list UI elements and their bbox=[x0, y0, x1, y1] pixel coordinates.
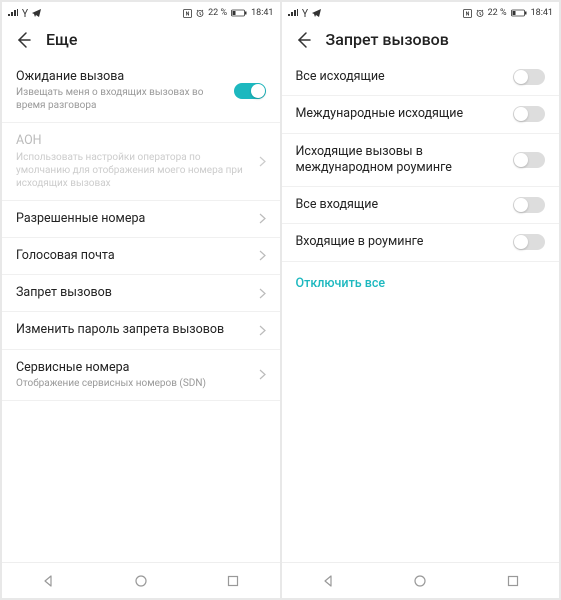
yandex-icon bbox=[301, 9, 309, 17]
barring-list: Все исходящие Международные исходящие Ис… bbox=[282, 59, 560, 562]
nav-home-icon[interactable] bbox=[413, 574, 427, 588]
row-desc: Использовать настройки оператора по умол… bbox=[16, 151, 251, 190]
row-call-waiting[interactable]: Ожидание вызова Извещать меня о входящих… bbox=[2, 59, 280, 123]
time: 18:41 bbox=[531, 8, 553, 18]
row-label: Все входящие bbox=[296, 197, 506, 213]
chevron-right-icon bbox=[259, 213, 266, 224]
alarm-icon bbox=[476, 9, 484, 17]
page-title: Еще bbox=[46, 30, 78, 49]
row-all-outgoing[interactable]: Все исходящие bbox=[282, 59, 560, 96]
battery-icon bbox=[511, 9, 527, 17]
toggle-switch[interactable] bbox=[513, 69, 545, 85]
chevron-right-icon bbox=[259, 288, 266, 299]
nav-home-icon[interactable] bbox=[134, 574, 148, 588]
row-change-password[interactable]: Изменить пароль запрета вызовов bbox=[2, 312, 280, 349]
row-label: Входящие в роуминге bbox=[296, 234, 506, 250]
nav-back-icon[interactable] bbox=[41, 574, 55, 588]
row-incoming-roaming[interactable]: Входящие в роуминге bbox=[282, 224, 560, 261]
status-right: N 22 % 18:41 bbox=[463, 8, 553, 18]
row-label: Исходящие вызовы в международном роуминг… bbox=[296, 144, 506, 177]
row-label: Изменить пароль запрета вызовов bbox=[16, 322, 251, 338]
row-all-incoming[interactable]: Все входящие bbox=[282, 187, 560, 224]
nav-back-icon[interactable] bbox=[321, 574, 335, 588]
row-caller-id[interactable]: АОН Использовать настройки оператора по … bbox=[2, 123, 280, 200]
header: Запрет вызовов bbox=[282, 22, 560, 59]
phone-left: N 22 % 18:41 Еще Ожидание вызова Извещат… bbox=[2, 2, 280, 598]
nav-bar bbox=[282, 562, 560, 598]
battery-icon bbox=[231, 9, 247, 17]
row-label: Запрет вызовов bbox=[16, 285, 251, 301]
row-label: Разрешенные номера bbox=[16, 211, 251, 227]
row-voicemail[interactable]: Голосовая почта bbox=[2, 238, 280, 275]
status-left bbox=[8, 9, 41, 17]
row-allowed-numbers[interactable]: Разрешенные номера bbox=[2, 201, 280, 238]
toggle-switch[interactable] bbox=[513, 234, 545, 250]
back-icon[interactable] bbox=[14, 31, 32, 49]
svg-text:N: N bbox=[186, 11, 190, 17]
row-outgoing-roaming[interactable]: Исходящие вызовы в международном роуминг… bbox=[282, 134, 560, 188]
toggle-switch[interactable] bbox=[513, 197, 545, 213]
yandex-icon bbox=[21, 9, 29, 17]
telegram-icon bbox=[312, 9, 321, 17]
status-left bbox=[288, 9, 321, 17]
toggle-switch[interactable] bbox=[513, 106, 545, 122]
nav-bar bbox=[2, 562, 280, 598]
svg-text:N: N bbox=[465, 11, 469, 17]
alarm-icon bbox=[196, 9, 204, 17]
status-bar: N 22 % 18:41 bbox=[2, 2, 280, 22]
row-label: АОН bbox=[16, 133, 251, 149]
page-title: Запрет вызовов bbox=[326, 30, 449, 49]
row-disable-all[interactable]: Отключить все bbox=[282, 262, 560, 301]
settings-list: Ожидание вызова Извещать меня о входящих… bbox=[2, 59, 280, 562]
header: Еще bbox=[2, 22, 280, 59]
status-bar: N 22 % 18:41 bbox=[282, 2, 560, 22]
row-label: Сервисные номера bbox=[16, 360, 251, 376]
row-label: Международные исходящие bbox=[296, 106, 506, 122]
telegram-icon bbox=[32, 9, 41, 17]
row-intl-outgoing[interactable]: Международные исходящие bbox=[282, 96, 560, 133]
chevron-right-icon bbox=[259, 369, 266, 380]
row-label: Голосовая почта bbox=[16, 248, 251, 264]
battery-text: 22 % bbox=[488, 8, 507, 18]
phone-right: N 22 % 18:41 Запрет вызовов Все исходящи… bbox=[282, 2, 560, 598]
row-service-numbers[interactable]: Сервисные номера Отображение сервисных н… bbox=[2, 350, 280, 401]
row-label: Все исходящие bbox=[296, 69, 506, 85]
back-icon[interactable] bbox=[294, 31, 312, 49]
nav-recent-icon[interactable] bbox=[226, 574, 240, 588]
signal-icon bbox=[8, 9, 18, 17]
row-desc: Извещать меня о входящих вызовах во врем… bbox=[16, 86, 226, 112]
chevron-right-icon bbox=[259, 156, 266, 167]
toggle-switch[interactable] bbox=[513, 152, 545, 168]
toggle-switch[interactable] bbox=[234, 83, 266, 99]
row-label: Ожидание вызова bbox=[16, 69, 226, 85]
time: 18:41 bbox=[251, 8, 273, 18]
link-label: Отключить все bbox=[296, 276, 386, 291]
battery-text: 22 % bbox=[208, 8, 227, 18]
chevron-right-icon bbox=[259, 250, 266, 261]
row-desc: Отображение сервисных номеров (SDN) bbox=[16, 377, 251, 390]
nfc-icon: N bbox=[463, 9, 472, 18]
chevron-right-icon bbox=[259, 325, 266, 336]
signal-icon bbox=[288, 9, 298, 17]
row-call-barring[interactable]: Запрет вызовов bbox=[2, 275, 280, 312]
nfc-icon: N bbox=[183, 9, 192, 18]
nav-recent-icon[interactable] bbox=[506, 574, 520, 588]
status-right: N 22 % 18:41 bbox=[183, 8, 273, 18]
